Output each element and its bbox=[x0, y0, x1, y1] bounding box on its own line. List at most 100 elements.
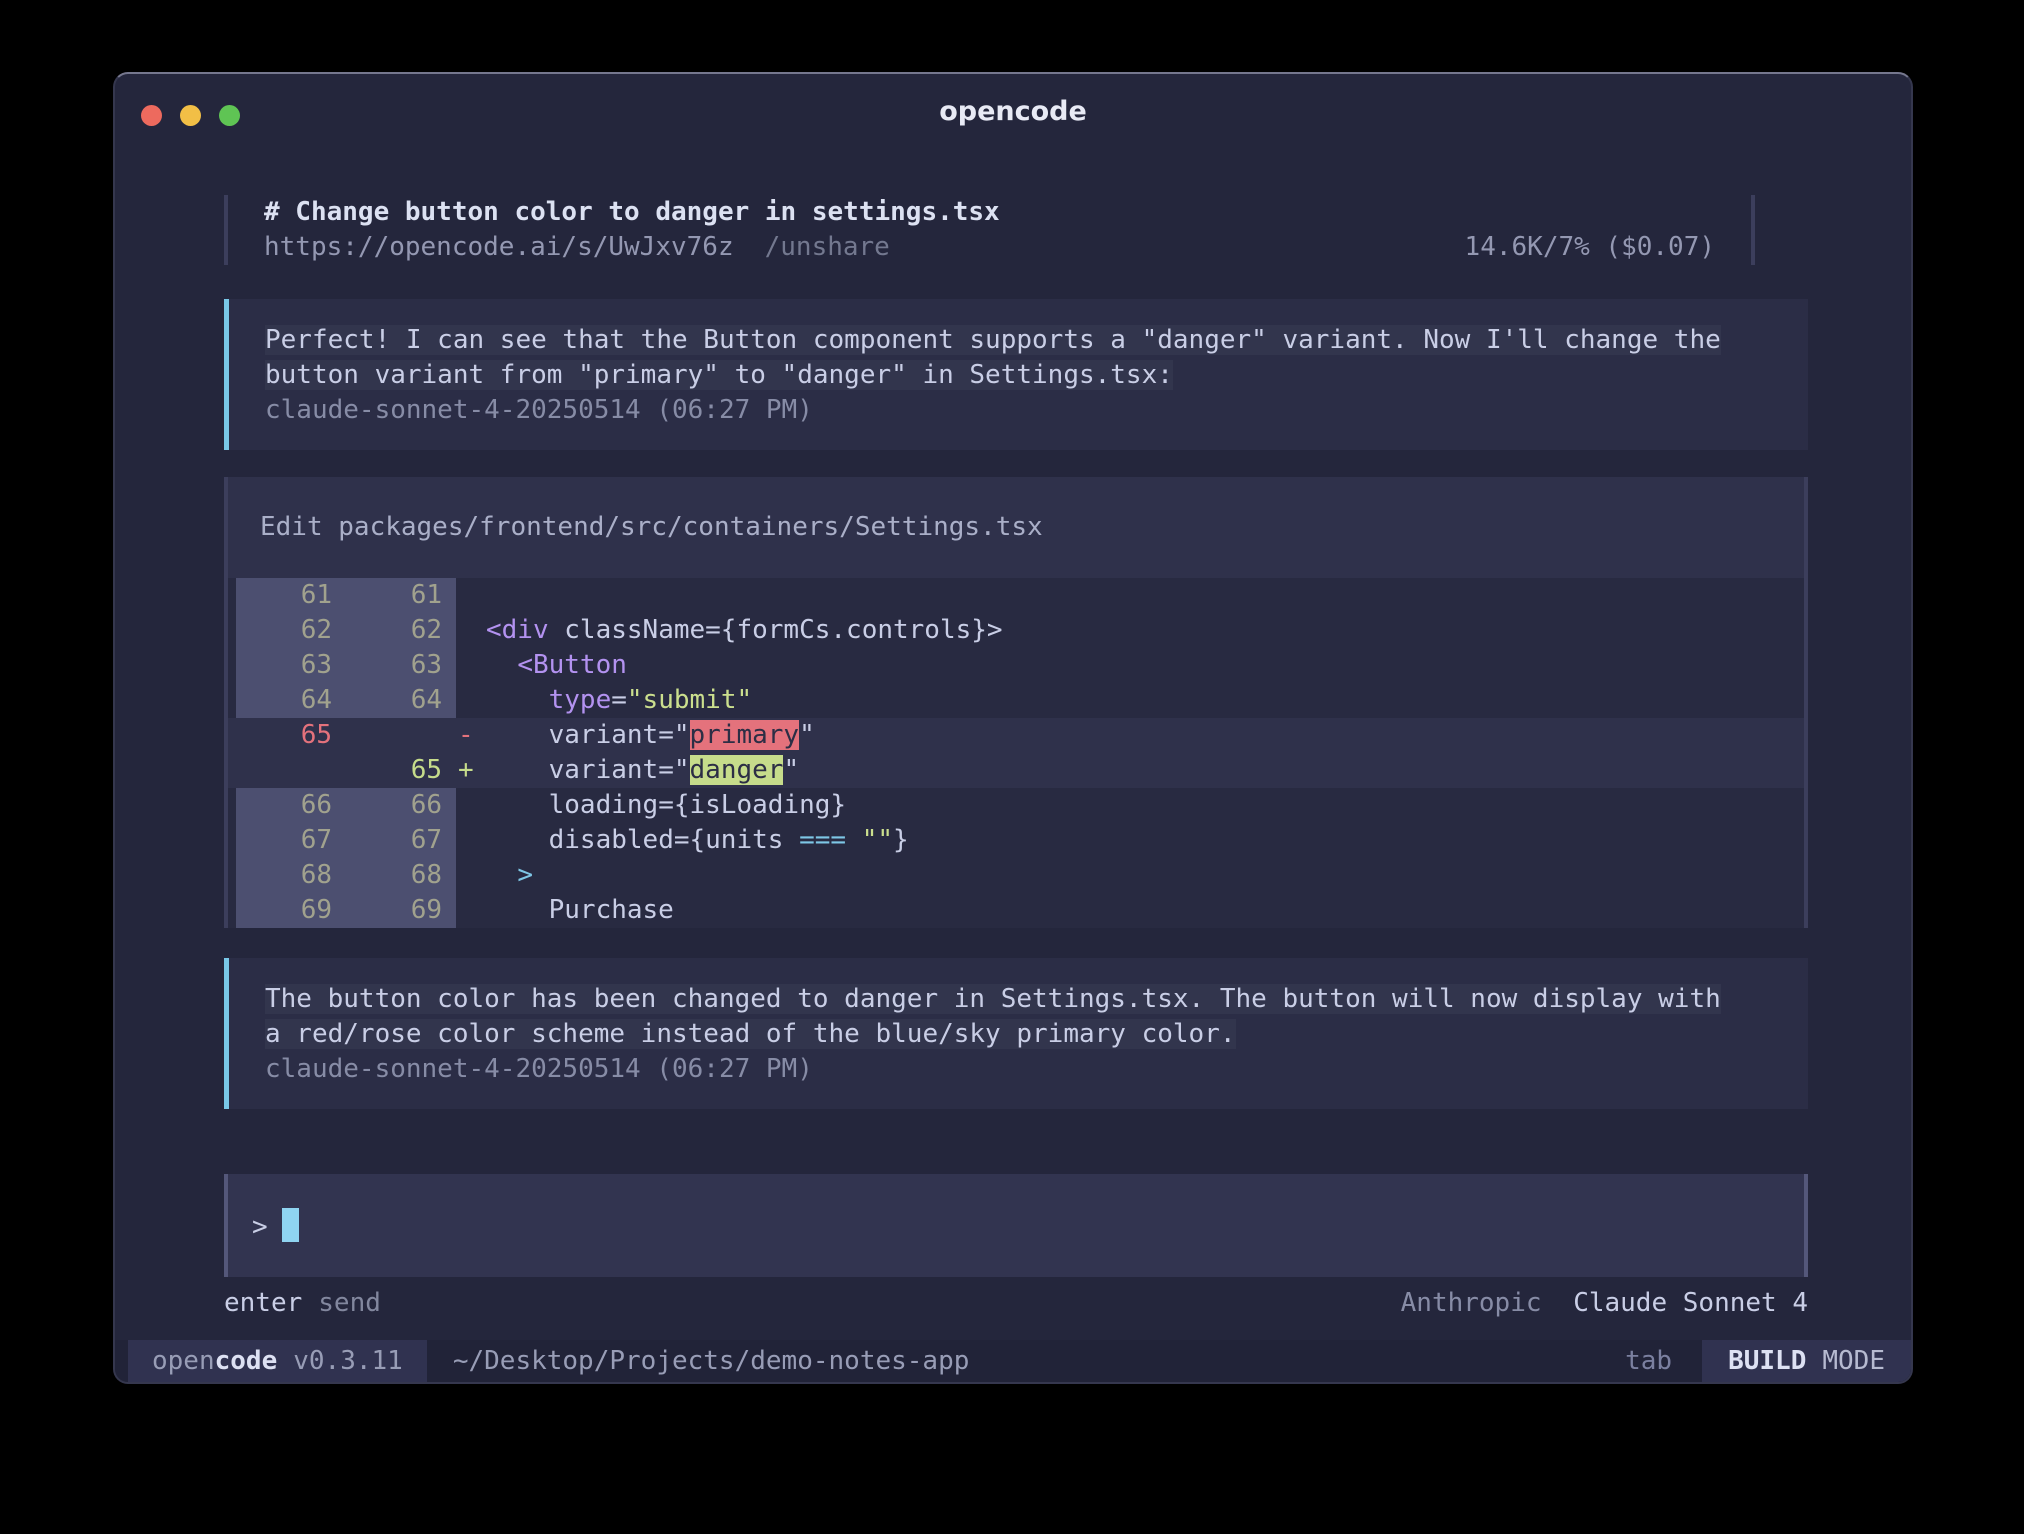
code-token: <Button bbox=[517, 650, 627, 680]
code-token bbox=[486, 790, 549, 820]
input-hints: enter send Anthropic Claude Sonnet 4 bbox=[224, 1286, 1808, 1321]
diff-sign bbox=[456, 823, 486, 858]
app-version-chip: opencode v0.3.11 bbox=[128, 1340, 427, 1382]
assistant-message: The button color has been changed to dan… bbox=[224, 958, 1808, 1109]
message-line: Perfect! I can see that the Button compo… bbox=[265, 323, 1772, 358]
old-line-number: 66 bbox=[236, 788, 346, 823]
message-line: button variant from "primary" to "danger… bbox=[265, 358, 1772, 393]
enter-key-hint: enter bbox=[224, 1286, 302, 1321]
code-line: <div className={formCs.controls}> bbox=[486, 613, 1003, 648]
status-bar: opencode v0.3.11 ~/Desktop/Projects/demo-… bbox=[115, 1340, 1911, 1382]
old-line-number: 61 bbox=[236, 578, 346, 613]
diff-row: 6464 type="submit" bbox=[228, 683, 1804, 718]
diff-row: 65+ variant="danger" bbox=[228, 753, 1804, 788]
app-name-code: code bbox=[215, 1346, 278, 1376]
opencode-window: opencode # Change button color to danger… bbox=[113, 72, 1913, 1384]
code-token bbox=[486, 825, 549, 855]
code-token bbox=[486, 720, 549, 750]
code-line: disabled={units === ""} bbox=[486, 823, 909, 858]
message-line: The button color has been changed to dan… bbox=[265, 982, 1772, 1017]
code-token bbox=[846, 825, 862, 855]
code-line: variant="danger" bbox=[486, 753, 799, 788]
model-timestamp: claude-sonnet-4-20250514 (06:27 PM) bbox=[265, 393, 1772, 428]
session-title: # Change button color to danger in setti… bbox=[264, 195, 1715, 230]
new-line-number: 62 bbox=[346, 613, 456, 648]
text-cursor bbox=[282, 1208, 299, 1242]
diff-sign bbox=[456, 613, 486, 648]
code-line: <Button bbox=[486, 648, 627, 683]
new-line-number: 61 bbox=[346, 578, 456, 613]
diff-row: 6666 loading={isLoading} bbox=[228, 788, 1804, 823]
diff-sign bbox=[456, 858, 486, 893]
token-cost-stats: 14.6K/7% ($0.07) bbox=[1465, 230, 1715, 265]
app-version: v0.3.11 bbox=[293, 1346, 403, 1376]
tab-key-hint[interactable]: tab bbox=[1625, 1340, 1672, 1382]
session-header: # Change button color to danger in setti… bbox=[224, 195, 1755, 265]
diff-sign bbox=[456, 893, 486, 928]
code-token: > bbox=[517, 860, 533, 890]
old-line-number: 68 bbox=[236, 858, 346, 893]
diff-sign bbox=[456, 648, 486, 683]
code-token bbox=[486, 650, 517, 680]
code-token: "" bbox=[862, 825, 893, 855]
code-token: loading={isLoading} bbox=[549, 790, 846, 820]
code-token: className={formCs.controls}> bbox=[549, 615, 1003, 645]
app-name-open: open bbox=[152, 1346, 215, 1376]
unshare-command[interactable]: /unshare bbox=[765, 230, 890, 265]
old-line-number: 69 bbox=[236, 893, 346, 928]
model-timestamp: claude-sonnet-4-20250514 (06:27 PM) bbox=[265, 1052, 1772, 1087]
code-token: " bbox=[799, 720, 815, 750]
code-token: " bbox=[783, 755, 799, 785]
edit-file-path: Edit packages/frontend/src/containers/Se… bbox=[228, 477, 1804, 578]
diff-sign: + bbox=[456, 753, 486, 788]
working-directory: ~/Desktop/Projects/demo-notes-app bbox=[453, 1340, 970, 1382]
code-token: <div bbox=[486, 615, 549, 645]
mode-label: MODE bbox=[1822, 1346, 1885, 1376]
new-line-number: 69 bbox=[346, 893, 456, 928]
code-line: Purchase bbox=[486, 893, 674, 928]
code-line: variant="primary" bbox=[486, 718, 815, 753]
prompt-symbol: > bbox=[252, 1212, 268, 1242]
diff-sign bbox=[456, 683, 486, 718]
code-token: variant=" bbox=[549, 720, 690, 750]
session-subheader: https://opencode.ai/s/UwJxv76z /unshare … bbox=[264, 230, 1715, 265]
old-line-number bbox=[236, 753, 346, 788]
diff-row: 6868 > bbox=[228, 858, 1804, 893]
code-token: } bbox=[893, 825, 909, 855]
provider-name: Anthropic bbox=[1401, 1288, 1542, 1318]
code-line: type="submit" bbox=[486, 683, 752, 718]
code-token: === bbox=[799, 825, 846, 855]
code-token bbox=[486, 755, 549, 785]
message-line: a red/rose color scheme instead of the b… bbox=[265, 1017, 1772, 1052]
window-title: opencode bbox=[115, 96, 1911, 127]
code-token: "submit" bbox=[627, 685, 752, 715]
share-url[interactable]: https://opencode.ai/s/UwJxv76z bbox=[264, 230, 734, 265]
mode-chip[interactable]: BUILDMODE bbox=[1702, 1340, 1911, 1382]
old-line-number: 65 bbox=[236, 718, 346, 753]
window-titlebar: opencode bbox=[115, 74, 1911, 195]
model-indicator: Anthropic Claude Sonnet 4 bbox=[1401, 1286, 1808, 1321]
diff-row: 6262 <div className={formCs.controls}> bbox=[228, 613, 1804, 648]
diff-sign: - bbox=[456, 718, 486, 753]
send-action-hint: send bbox=[318, 1286, 381, 1321]
new-line-number: 65 bbox=[346, 753, 456, 788]
prompt-input[interactable]: > bbox=[224, 1174, 1808, 1277]
code-token: = bbox=[611, 685, 627, 715]
code-token: disabled={units bbox=[549, 825, 799, 855]
code-line: > bbox=[486, 858, 533, 893]
new-line-number: 67 bbox=[346, 823, 456, 858]
edit-tool-card: Edit packages/frontend/src/containers/Se… bbox=[224, 477, 1808, 928]
diff-sign bbox=[456, 788, 486, 823]
diff-row: 6767 disabled={units === ""} bbox=[228, 823, 1804, 858]
diff-rows: 61616262 <div className={formCs.controls}… bbox=[228, 578, 1804, 928]
diff-row: 65 - variant="primary" bbox=[228, 718, 1804, 753]
new-line-number: 68 bbox=[346, 858, 456, 893]
code-token bbox=[486, 860, 517, 890]
new-line-number: 64 bbox=[346, 683, 456, 718]
diff-row: 6161 bbox=[228, 578, 1804, 613]
new-line-number: 63 bbox=[346, 648, 456, 683]
new-line-number bbox=[346, 718, 456, 753]
code-token bbox=[486, 685, 549, 715]
old-line-number: 62 bbox=[236, 613, 346, 648]
code-token: Purchase bbox=[486, 895, 674, 925]
